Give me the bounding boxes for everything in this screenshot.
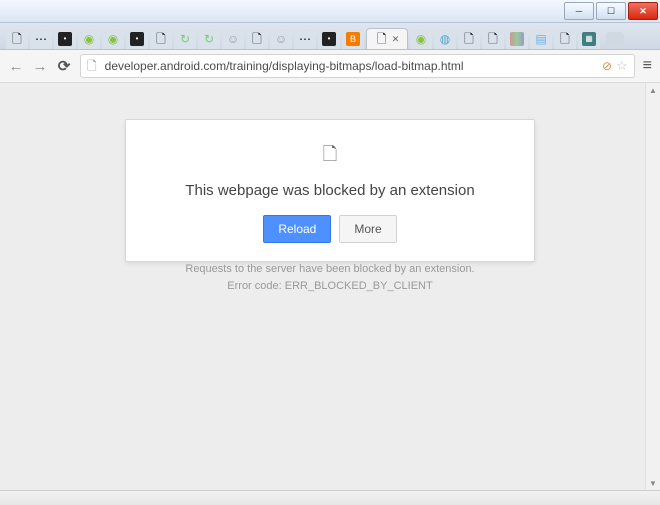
android-icon: ◉: [106, 32, 120, 46]
browser-tab[interactable]: ▤: [530, 29, 552, 49]
browser-tab[interactable]: ☺: [270, 29, 292, 49]
browser-tab[interactable]: ◍: [434, 29, 456, 49]
browser-tab[interactable]: ◉: [410, 29, 432, 49]
reload-button[interactable]: ⟳: [56, 59, 72, 74]
page-icon: ⋯: [298, 32, 312, 46]
more-button[interactable]: More: [339, 215, 396, 243]
browser-tab[interactable]: ◉: [102, 29, 124, 49]
browser-tab[interactable]: 🗋: [150, 29, 172, 49]
page-viewport: 🗋 This webpage was blocked by an extensi…: [0, 83, 660, 490]
browser-tab[interactable]: •: [126, 29, 148, 49]
address-bar[interactable]: 🗋 ⊘ ☆: [80, 54, 635, 78]
browser-tab[interactable]: ⋯: [30, 29, 52, 49]
extension-alert-icon[interactable]: ⊘: [602, 59, 612, 73]
page-icon: •: [322, 32, 336, 46]
scroll-track[interactable]: [646, 97, 660, 476]
page-icon: ⋯: [34, 32, 48, 46]
browser-tab[interactable]: 🗋: [482, 29, 504, 49]
reddit-icon: ☺: [226, 32, 240, 46]
reload-icon: ↻: [178, 32, 192, 46]
android-icon: ◉: [414, 32, 428, 46]
blocked-message-card: 🗋 This webpage was blocked by an extensi…: [125, 119, 535, 262]
browser-tab[interactable]: •: [318, 29, 340, 49]
browser-tab[interactable]: 🗋: [246, 29, 268, 49]
vertical-scrollbar[interactable]: ▲ ▼: [645, 83, 660, 490]
blocked-detail-line2: Error code: ERR_BLOCKED_BY_CLIENT: [0, 278, 660, 295]
page-icon: ▤: [534, 32, 548, 46]
browser-tab[interactable]: .: [506, 29, 528, 49]
window-maximize-button[interactable]: ☐: [596, 2, 626, 20]
blocked-heading: This webpage was blocked by an extension: [144, 182, 516, 199]
scroll-down-arrow[interactable]: ▼: [646, 476, 660, 490]
browser-tab-active[interactable]: 🗋 ✕: [366, 28, 408, 49]
back-button[interactable]: ←: [8, 59, 24, 74]
browser-tab[interactable]: ◉: [78, 29, 100, 49]
page-icon: 🗋: [462, 32, 476, 46]
reddit-icon: ☺: [274, 32, 288, 46]
globe-icon: ◍: [438, 32, 452, 46]
browser-tab[interactable]: ↻: [198, 29, 220, 49]
window-close-button[interactable]: ✕: [628, 2, 658, 20]
stripes-icon: .: [510, 32, 524, 46]
toolbar: ← → ⟳ 🗋 ⊘ ☆ ≡: [0, 50, 660, 83]
reload-button[interactable]: Reload: [263, 215, 331, 243]
status-bar: [0, 490, 660, 505]
chrome-menu-button[interactable]: ≡: [643, 58, 652, 74]
page-icon: ▦: [582, 32, 596, 46]
blocked-detail-line1: Requests to the server have been blocked…: [0, 261, 660, 278]
browser-tab[interactable]: 🗋: [458, 29, 480, 49]
page-icon: 🗋: [154, 32, 168, 46]
tab-strip: 🗋 ⋯ • ◉ ◉ • 🗋 ↻ ↻ ☺ 🗋 ☺ ⋯ • B 🗋 ✕ ◉ ◍ 🗋 …: [0, 23, 660, 50]
page-icon: •: [58, 32, 72, 46]
page-icon: 🗋: [486, 32, 500, 46]
blogger-icon: B: [346, 32, 360, 46]
close-tab-icon[interactable]: ✕: [392, 35, 400, 44]
page-icon: 🗋: [250, 32, 264, 46]
window-minimize-button[interactable]: ─: [564, 2, 594, 20]
blocked-page-icon: 🗋: [144, 142, 516, 172]
window-titlebar: ─ ☐ ✕: [0, 0, 660, 23]
browser-tab[interactable]: ⋯: [294, 29, 316, 49]
page-icon: 🗋: [558, 32, 572, 46]
bookmark-star-icon[interactable]: ☆: [616, 58, 628, 74]
scroll-up-arrow[interactable]: ▲: [646, 83, 660, 97]
browser-tab[interactable]: 🗋: [554, 29, 576, 49]
reload-icon: ↻: [202, 32, 216, 46]
browser-tab[interactable]: 🗋: [6, 29, 28, 49]
browser-tab[interactable]: •: [54, 29, 76, 49]
forward-button[interactable]: →: [32, 59, 48, 74]
browser-tab[interactable]: B: [342, 29, 364, 49]
site-identity-icon: 🗋: [87, 60, 97, 72]
url-input[interactable]: [103, 58, 598, 74]
new-tab-button[interactable]: [606, 32, 624, 46]
browser-tab[interactable]: ▦: [578, 29, 600, 49]
page-icon: 🗋: [375, 32, 389, 46]
browser-tab[interactable]: ↻: [174, 29, 196, 49]
blocked-detail-text: Requests to the server have been blocked…: [0, 261, 660, 294]
android-icon: ◉: [82, 32, 96, 46]
browser-tab[interactable]: ☺: [222, 29, 244, 49]
page-icon: 🗋: [10, 32, 24, 46]
page-icon: •: [130, 32, 144, 46]
